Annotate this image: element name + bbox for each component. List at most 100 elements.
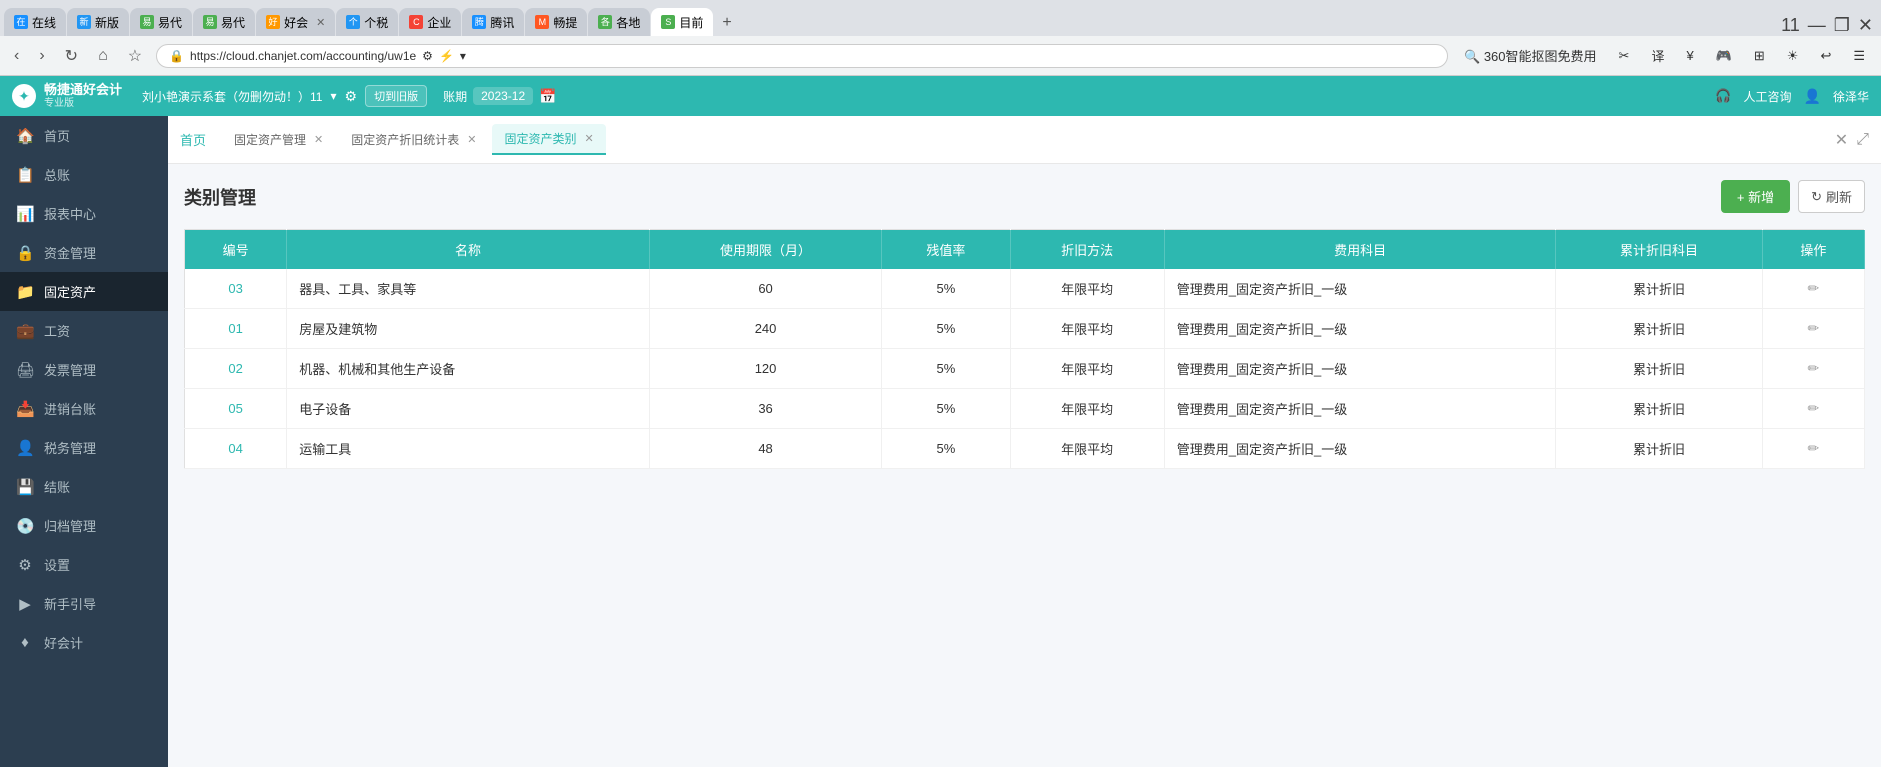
- breadcrumb-home[interactable]: 首页: [180, 130, 206, 149]
- browser-tab-4[interactable]: 好 好会 ✕: [256, 8, 335, 36]
- edit-icon-3[interactable]: ✏: [1808, 400, 1820, 416]
- browser-tab-0[interactable]: 在 在线: [4, 8, 66, 36]
- browser-tab-8[interactable]: M 畅提: [525, 8, 587, 36]
- edit-icon-0[interactable]: ✏: [1808, 280, 1820, 296]
- sidebar-label-purchase: 进销台账: [44, 399, 96, 418]
- row-2-code[interactable]: 02: [185, 349, 287, 389]
- sidebar-item-invoice[interactable]: 🖨 发票管理: [0, 350, 168, 389]
- tax-icon: 👤: [16, 439, 34, 457]
- browser-tab-2[interactable]: 易 易代: [130, 8, 192, 36]
- sidebar-item-guide[interactable]: ▶ 新手引导: [0, 584, 168, 623]
- brightness-icon[interactable]: ☀: [1779, 46, 1807, 66]
- sidebar-item-archive[interactable]: 💿 归档管理: [0, 506, 168, 545]
- edit-icon-4[interactable]: ✏: [1808, 440, 1820, 456]
- minimize-icon[interactable]: —: [1808, 15, 1826, 36]
- url-expand-icon[interactable]: ▾: [460, 49, 466, 63]
- restore-icon[interactable]: ❐: [1834, 15, 1850, 36]
- add-button[interactable]: + 新增: [1721, 180, 1790, 213]
- row-3-code[interactable]: 05: [185, 389, 287, 429]
- row-4-code[interactable]: 04: [185, 429, 287, 469]
- sidebar-item-fixed-asset[interactable]: 📁 固定资产: [0, 272, 168, 311]
- tab-fixed-asset-mgmt[interactable]: 固定资产管理 ✕: [222, 125, 335, 154]
- app-breadcrumb-tabs: 首页 固定资产管理 ✕ 固定资产折旧统计表 ✕ 固定资产类别 ✕: [180, 124, 606, 155]
- site-settings-icon[interactable]: ⚙: [422, 49, 433, 63]
- grid-icon[interactable]: ⊞: [1746, 46, 1773, 66]
- undo-icon[interactable]: ↩: [1812, 46, 1839, 66]
- tab-close-4[interactable]: ✕: [316, 16, 325, 29]
- row-3-edit[interactable]: ✏: [1762, 389, 1864, 429]
- sidebar-item-ledger[interactable]: 📋 总账: [0, 155, 168, 194]
- browser-toolbar: ‹ › ↻ ⌂ ☆ 🔒 https://cloud.chanjet.com/ac…: [0, 36, 1881, 76]
- url-dropdown-icon[interactable]: ⚡: [439, 49, 454, 63]
- close-icon[interactable]: ✕: [1858, 15, 1873, 36]
- sidebar-label-assistant: 好会计: [44, 633, 83, 652]
- period-calendar-icon[interactable]: 📅: [539, 88, 556, 105]
- menu-icon[interactable]: ☰: [1845, 46, 1873, 66]
- new-tab-button[interactable]: +: [714, 10, 739, 36]
- period-value[interactable]: 2023-12: [473, 87, 533, 105]
- row-1-code[interactable]: 01: [185, 309, 287, 349]
- row-1-edit[interactable]: ✏: [1762, 309, 1864, 349]
- sidebar-item-fund[interactable]: 🔒 资金管理: [0, 233, 168, 272]
- salary-icon: 💼: [16, 322, 34, 340]
- sidebar-label-invoice: 发票管理: [44, 360, 96, 379]
- refresh-button[interactable]: ↻ 刷新: [1798, 180, 1865, 213]
- tab-asset-category[interactable]: 固定资产类别 ✕: [492, 124, 605, 155]
- browser-window-controls: 11 — ❐ ✕: [1781, 15, 1881, 36]
- app-body: 🏠 首页 📋 总账 📊 报表中心 🔒 资金管理 📁 固定资产 💼 工资: [0, 116, 1881, 767]
- consult-label[interactable]: 人工咨询: [1744, 88, 1792, 105]
- row-2-edit[interactable]: ✏: [1762, 349, 1864, 389]
- browser-tab-9[interactable]: 各 各地: [588, 8, 650, 36]
- search-bar[interactable]: 🔍 360智能抠图免费用: [1456, 44, 1605, 67]
- sidebar-item-tax[interactable]: 👤 税务管理: [0, 428, 168, 467]
- row-4-edit[interactable]: ✏: [1762, 429, 1864, 469]
- row-2-expense: 管理费用_固定资产折旧_一级: [1164, 349, 1556, 389]
- browser-tab-10[interactable]: S 目前: [651, 8, 713, 36]
- reload-button[interactable]: ↻: [59, 44, 84, 68]
- currency-icon[interactable]: ¥: [1678, 46, 1701, 65]
- tab-depreciation-table[interactable]: 固定资产折旧统计表 ✕: [339, 125, 488, 154]
- sidebar-label-settings: 设置: [44, 555, 70, 574]
- page-title-bar: 类别管理 + 新增 ↻ 刷新: [184, 180, 1865, 213]
- bookmark-button[interactable]: ☆: [122, 44, 148, 68]
- table-row-4: 04 运输工具 48 5% 年限平均 管理费用_固定资产折旧_一级 累计折旧 ✏: [185, 429, 1865, 469]
- forward-button[interactable]: ›: [33, 45, 50, 67]
- window-close-icon[interactable]: ✕: [1835, 130, 1848, 150]
- browser-tab-5[interactable]: 个 个税: [336, 8, 398, 36]
- url-bar[interactable]: 🔒 https://cloud.chanjet.com/accounting/u…: [156, 44, 1448, 68]
- sidebar-item-settings[interactable]: ⚙ 设置: [0, 545, 168, 584]
- row-0-edit[interactable]: ✏: [1762, 269, 1864, 309]
- edit-icon-1[interactable]: ✏: [1808, 320, 1820, 336]
- settings-gear-icon[interactable]: ⚙: [345, 88, 358, 105]
- tab-label-8: 畅提: [553, 14, 577, 31]
- app-header: ✦ 畅捷通好会计 专业版 刘小艳演示系套（勿删勿动！）11 ▾ ⚙ 切到旧版 账…: [0, 76, 1881, 116]
- translate-icon[interactable]: 译: [1643, 44, 1672, 67]
- user-dropdown-icon[interactable]: ▾: [330, 89, 336, 103]
- browser-tab-3[interactable]: 易 易代: [193, 8, 255, 36]
- tab-close-fixed-asset-mgmt[interactable]: ✕: [314, 133, 323, 146]
- browser-tab-1[interactable]: 新 新版: [67, 8, 129, 36]
- row-0-code[interactable]: 03: [185, 269, 287, 309]
- row-4-rate: 5%: [882, 429, 1010, 469]
- sidebar-label-report: 报表中心: [44, 204, 96, 223]
- tab-close-depreciation-table[interactable]: ✕: [467, 133, 476, 146]
- back-button[interactable]: ‹: [8, 45, 25, 67]
- sidebar-item-purchase[interactable]: 📥 进销台账: [0, 389, 168, 428]
- game-icon[interactable]: 🎮: [1708, 46, 1740, 66]
- window-maximize-icon[interactable]: ⤢: [1856, 131, 1869, 149]
- edit-icon-2[interactable]: ✏: [1808, 360, 1820, 376]
- row-0-rate: 5%: [882, 269, 1010, 309]
- sidebar-item-home[interactable]: 🏠 首页: [0, 116, 168, 155]
- scissors-icon[interactable]: ✂: [1611, 46, 1638, 66]
- browser-tab-6[interactable]: C 企业: [399, 8, 461, 36]
- sidebar-item-report[interactable]: 📊 报表中心: [0, 194, 168, 233]
- switch-btn[interactable]: 切到旧版: [365, 85, 427, 107]
- browser-tab-7[interactable]: 腾 腾讯: [462, 8, 524, 36]
- tab-count: 11: [1781, 15, 1800, 36]
- sidebar-item-close[interactable]: 💾 结账: [0, 467, 168, 506]
- sidebar-item-assistant[interactable]: ♦ 好会计: [0, 623, 168, 662]
- home-button[interactable]: ⌂: [92, 45, 114, 67]
- sidebar-item-salary[interactable]: 💼 工资: [0, 311, 168, 350]
- tab-close-asset-category[interactable]: ✕: [585, 132, 594, 145]
- fixed-asset-icon: 📁: [16, 283, 34, 301]
